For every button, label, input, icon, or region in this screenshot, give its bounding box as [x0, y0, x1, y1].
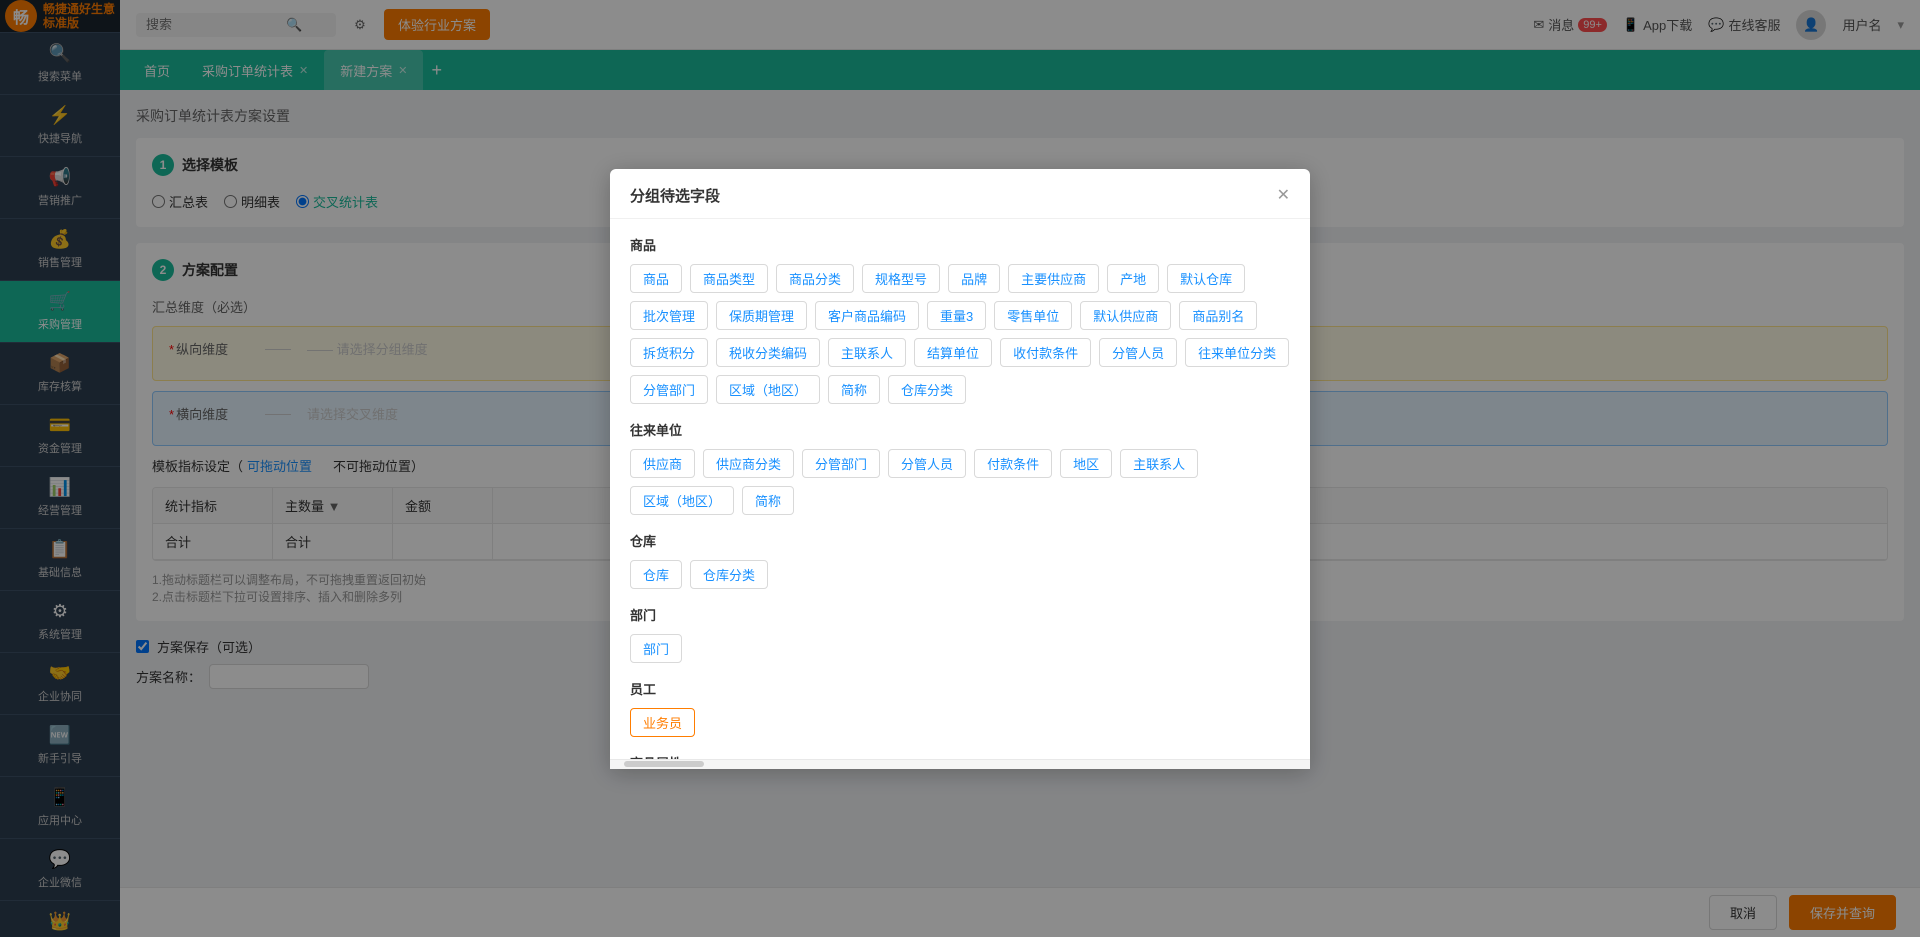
- modal-header: 分组待选字段 ✕: [610, 169, 1310, 219]
- field-tag-商品别名[interactable]: 商品别名: [1179, 301, 1257, 330]
- section-title-0: 商品: [630, 235, 1290, 254]
- field-tag-仓库分类[interactable]: 仓库分类: [888, 375, 966, 404]
- field-tag-分管部门[interactable]: 分管部门: [630, 375, 708, 404]
- field-tag-税收分类编码[interactable]: 税收分类编码: [716, 338, 820, 367]
- modal-title: 分组待选字段: [630, 185, 720, 206]
- field-tag-供应商[interactable]: 供应商: [630, 449, 695, 478]
- field-tag-仓库[interactable]: 仓库: [630, 560, 682, 589]
- field-tag-商品分类[interactable]: 商品分类: [776, 264, 854, 293]
- field-section-仓库: 仓库仓库仓库分类: [630, 531, 1290, 589]
- field-tag-简称[interactable]: 简称: [742, 486, 794, 515]
- field-tag-分管人员[interactable]: 分管人员: [1099, 338, 1177, 367]
- field-tag-区域（地区）[interactable]: 区域（地区）: [716, 375, 820, 404]
- hscroll-thumb[interactable]: [624, 761, 704, 767]
- field-section-往来单位: 往来单位供应商供应商分类分管部门分管人员付款条件地区主联系人区域（地区） 简称: [630, 420, 1290, 515]
- section-title-1: 往来单位: [630, 420, 1290, 439]
- field-tag-业务员[interactable]: 业务员: [630, 708, 695, 737]
- field-tag-产地[interactable]: 产地: [1107, 264, 1159, 293]
- field-tag-批次管理[interactable]: 批次管理: [630, 301, 708, 330]
- field-tag-品牌[interactable]: 品牌: [948, 264, 1000, 293]
- field-tag-主联系人[interactable]: 主联系人: [1120, 449, 1198, 478]
- field-tag-分管人员[interactable]: 分管人员: [888, 449, 966, 478]
- field-tag-规格型号[interactable]: 规格型号: [862, 264, 940, 293]
- field-tag-区域（地区）[interactable]: 区域（地区）: [630, 486, 734, 515]
- field-tag-零售单位[interactable]: 零售单位: [994, 301, 1072, 330]
- field-tag-拆货积分[interactable]: 拆货积分: [630, 338, 708, 367]
- field-section-商品: 商品商品商品类型商品分类规格型号品牌主要供应商产地默认仓库批次管理保质期管理客户…: [630, 235, 1290, 404]
- field-tags-0: 商品商品类型商品分类规格型号品牌主要供应商产地默认仓库批次管理保质期管理客户商品…: [630, 264, 1290, 404]
- field-tag-商品[interactable]: 商品: [630, 264, 682, 293]
- field-tags-3: 部门: [630, 634, 1290, 663]
- field-tag-部门[interactable]: 部门: [630, 634, 682, 663]
- field-tag-结算单位[interactable]: 结算单位: [914, 338, 992, 367]
- field-tags-4: 业务员: [630, 708, 1290, 737]
- field-section-部门: 部门部门: [630, 605, 1290, 663]
- field-tag-保质期管理[interactable]: 保质期管理: [716, 301, 807, 330]
- field-select-modal: 分组待选字段 ✕ 商品商品商品类型商品分类规格型号品牌主要供应商产地默认仓库批次…: [610, 169, 1310, 769]
- field-tag-默认仓库[interactable]: 默认仓库: [1167, 264, 1245, 293]
- field-tags-2: 仓库仓库分类: [630, 560, 1290, 589]
- field-section-员工: 员工业务员: [630, 679, 1290, 737]
- section-title-4: 员工: [630, 679, 1290, 698]
- modal-body: 商品商品商品类型商品分类规格型号品牌主要供应商产地默认仓库批次管理保质期管理客户…: [610, 219, 1310, 759]
- field-tag-收付款条件[interactable]: 收付款条件: [1000, 338, 1091, 367]
- modal-close-button[interactable]: ✕: [1277, 185, 1290, 205]
- field-tag-商品类型[interactable]: 商品类型: [690, 264, 768, 293]
- field-tag-分管部门[interactable]: 分管部门: [802, 449, 880, 478]
- field-tag-默认供应商[interactable]: 默认供应商: [1080, 301, 1171, 330]
- field-tag-往来单位分类[interactable]: 往来单位分类: [1185, 338, 1289, 367]
- field-tag-仓库分类[interactable]: 仓库分类: [690, 560, 768, 589]
- field-tags-1: 供应商供应商分类分管部门分管人员付款条件地区主联系人区域（地区） 简称: [630, 449, 1290, 515]
- field-tag-简称[interactable]: 简称: [828, 375, 880, 404]
- field-tag-客户商品编码[interactable]: 客户商品编码: [815, 301, 919, 330]
- field-tag-供应商分类[interactable]: 供应商分类: [703, 449, 794, 478]
- modal-hscroll: [610, 759, 1310, 769]
- field-tag-重量3[interactable]: 重量3: [927, 301, 986, 330]
- section-title-2: 仓库: [630, 531, 1290, 550]
- field-tag-地区[interactable]: 地区: [1060, 449, 1112, 478]
- field-tag-主要供应商[interactable]: 主要供应商: [1008, 264, 1099, 293]
- field-tag-付款条件[interactable]: 付款条件: [974, 449, 1052, 478]
- field-tag-主联系人[interactable]: 主联系人: [828, 338, 906, 367]
- section-title-3: 部门: [630, 605, 1290, 624]
